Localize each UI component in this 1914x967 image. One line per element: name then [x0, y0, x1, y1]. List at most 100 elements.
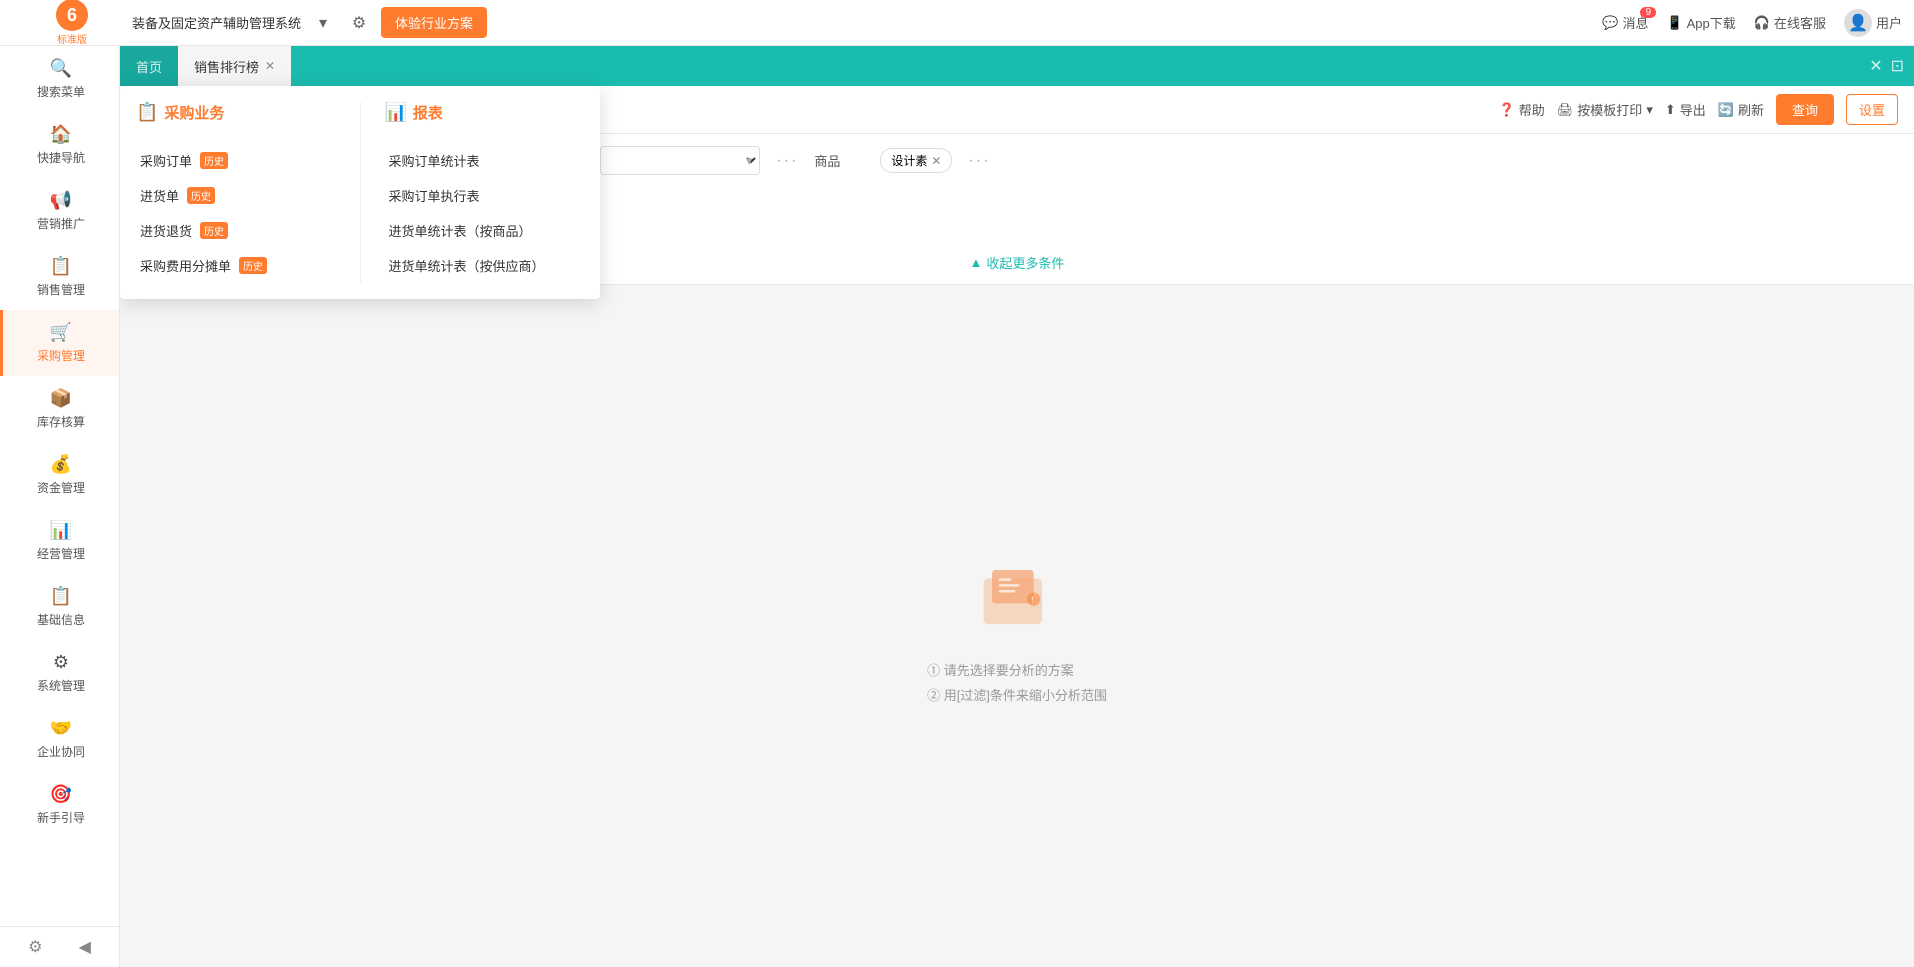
export-label: 导出 [1680, 100, 1706, 119]
sidebar-item-system[interactable]: ⚙ 系统管理 [0, 640, 119, 706]
voucher-status-more[interactable]: ··· [776, 152, 798, 170]
industry-btn[interactable]: 体验行业方案 [381, 7, 487, 38]
settings-btn[interactable]: ⚙ [345, 9, 373, 37]
tab-sales-ranking-label: 销售排行榜 [194, 57, 259, 76]
hist-tag-2: 历史 [200, 222, 228, 239]
hist-tag-0: 历史 [200, 152, 228, 169]
dropdown-col2-title: 📊 报表 [385, 102, 585, 131]
tab-bar: 首页 销售排行榜 ✕ 📋 采购业务 采购订单 历史 [120, 46, 1914, 86]
purchase-order-exec-label: 采购订单执行表 [389, 186, 480, 205]
refresh-label: 刷新 [1738, 100, 1764, 119]
message-badge: 9 [1640, 7, 1656, 18]
settings-filter-btn[interactable]: 设置 [1846, 94, 1898, 125]
dropdown-col2-title-label: 报表 [413, 102, 443, 123]
dropdown-divider [360, 102, 361, 283]
system-icon: ⚙ [53, 652, 69, 673]
dropdown-col-report: 📊 报表 采购订单统计表 采购订单执行表 进货单统计表（按商品） 进货单统计表（… [385, 102, 585, 283]
main-layout: 🔍 搜索菜单 🏠 快捷导航 📢 营销推广 📋 销售管理 🛒 采购管理 📦 库存核… [0, 46, 1914, 967]
svg-text:!: ! [1031, 595, 1033, 605]
home-icon: 🏠 [50, 124, 72, 145]
sidebar-item-basic-info[interactable]: 📋 基础信息 [0, 574, 119, 640]
sidebar-item-inventory[interactable]: 📦 库存核算 [0, 376, 119, 442]
sidebar-label-operation: 经营管理 [37, 545, 85, 562]
sidebar-label-inventory: 库存核算 [37, 413, 85, 430]
sidebar-label-enterprise: 企业协同 [37, 743, 85, 760]
system-title: 装备及固定资产辅助管理系统 [132, 13, 301, 32]
tab-home[interactable]: 首页 [120, 46, 178, 86]
goods-tag-close[interactable]: ✕ [931, 154, 941, 168]
header-right: 💬 消息 9 📱 App下载 🎧 在线客服 👤 用户 [1602, 9, 1902, 37]
dropdown-menu: 📋 采购业务 采购订单 历史 进货单 历史 进货退货 历史 [120, 86, 600, 299]
inbound-by-goods-label: 进货单统计表（按商品） [389, 221, 532, 240]
purchase-return-label: 进货退货 [140, 221, 192, 240]
voucher-status-select[interactable] [600, 146, 760, 175]
dropdown-col-purchase: 📋 采购业务 采购订单 历史 进货单 历史 进货退货 历史 [136, 102, 336, 283]
tab-close-all-btn[interactable]: ✕ [1869, 56, 1882, 76]
sidebar-label-purchase: 采购管理 [37, 347, 85, 364]
print-btn[interactable]: 🖨 按模板打印 ▾ [1557, 100, 1653, 119]
user-label: 用户 [1876, 13, 1902, 32]
app-download-label: App下载 [1687, 13, 1736, 32]
collapse-label: 收起更多条件 [986, 253, 1064, 272]
goods-tag-text: 设计素 [891, 152, 927, 169]
sidebar-label-guide: 新手引导 [37, 809, 85, 826]
operation-icon: 📊 [50, 520, 72, 541]
online-service-btn[interactable]: 🎧 在线客服 [1754, 13, 1826, 32]
tab-close-btn[interactable]: ✕ [265, 59, 275, 73]
search-icon: 🔍 [50, 58, 72, 79]
basic-info-icon: 📋 [50, 586, 72, 607]
collapse-up-icon: ▲ [970, 255, 983, 270]
hist-tag-1: 历史 [187, 187, 215, 204]
sidebar-item-guide[interactable]: 🎯 新手引导 [0, 772, 119, 838]
tab-maximize-btn[interactable]: ⊡ [1891, 56, 1904, 76]
refresh-btn[interactable]: 🔄 刷新 [1718, 100, 1764, 119]
dropdown-item-purchase-order-exec[interactable]: 采购订单执行表 [385, 178, 585, 213]
user-btn[interactable]: 👤 用户 [1844, 9, 1902, 37]
online-service-label: 在线客服 [1774, 13, 1826, 32]
message-icon: 💬 [1602, 15, 1618, 31]
message-btn[interactable]: 💬 消息 9 [1602, 13, 1648, 32]
purchase-expense-label: 采购费用分摊单 [140, 256, 231, 275]
sidebar-item-sales[interactable]: 📋 销售管理 [0, 244, 119, 310]
sidebar-item-finance[interactable]: 💰 资金管理 [0, 442, 119, 508]
dropdown-item-purchase-order-stats[interactable]: 采购订单统计表 [385, 143, 585, 178]
app-download-btn[interactable]: 📱 App下载 [1666, 13, 1735, 32]
dropdown-item-inbound-by-goods[interactable]: 进货单统计表（按商品） [385, 213, 585, 248]
sidebar-item-marketing[interactable]: 📢 营销推广 [0, 178, 119, 244]
sidebar-label-sales: 销售管理 [37, 281, 85, 298]
sidebar-item-purchase[interactable]: 🛒 采购管理 [0, 310, 119, 376]
help-btn[interactable]: ❓ 帮助 [1499, 100, 1545, 119]
dropdown-item-purchase-inbound[interactable]: 进货单 历史 [136, 178, 336, 213]
print-dropdown-icon: ▾ [1646, 102, 1653, 118]
sidebar-item-operation[interactable]: 📊 经营管理 [0, 508, 119, 574]
sidebar-label-quick-nav: 快捷导航 [37, 149, 85, 166]
phone-icon: 📱 [1666, 15, 1682, 31]
query-btn[interactable]: 查询 [1776, 94, 1834, 125]
tab-sales-ranking[interactable]: 销售排行榜 ✕ [178, 46, 291, 86]
empty-step-1: 请先选择要分析的方案 [927, 657, 1107, 682]
sidebar-collapse-btn[interactable]: ◀ [79, 937, 91, 957]
report-icon: 📊 [385, 102, 407, 123]
sidebar-item-enterprise[interactable]: 🤝 企业协同 [0, 706, 119, 772]
dropdown-item-purchase-expense[interactable]: 采购费用分摊单 历史 [136, 248, 336, 283]
tab-home-label: 首页 [136, 57, 162, 76]
sidebar-item-search[interactable]: 🔍 搜索菜单 [0, 46, 119, 112]
goods-more[interactable]: ··· [968, 152, 990, 170]
title-dropdown-btn[interactable]: ▾ [309, 9, 337, 37]
sidebar-item-quick-nav[interactable]: 🏠 快捷导航 [0, 112, 119, 178]
logo-icon: 6 [56, 0, 88, 31]
sidebar-bottom: ⚙ ◀ [0, 926, 119, 967]
dropdown-item-purchase-order[interactable]: 采购订单 历史 [136, 143, 336, 178]
empty-state: ! 请先选择要分析的方案 用[过滤]条件来缩小分析范围 [120, 285, 1914, 967]
dropdown-item-inbound-by-supplier[interactable]: 进货单统计表（按供应商） [385, 248, 585, 283]
export-btn[interactable]: ⬆ 导出 [1665, 100, 1706, 119]
sidebar-label-finance: 资金管理 [37, 479, 85, 496]
sidebar-settings-btn[interactable]: ⚙ [28, 937, 42, 957]
empty-step-2: 用[过滤]条件来缩小分析范围 [927, 682, 1107, 707]
top-header: 6 标准版 装备及固定资产辅助管理系统 ▾ ⚙ 体验行业方案 💬 消息 9 📱 … [0, 0, 1914, 46]
system-title-area: 装备及固定资产辅助管理系统 ▾ ⚙ 体验行业方案 [132, 7, 1602, 38]
help-icon: ❓ [1499, 102, 1515, 118]
dropdown-item-purchase-return[interactable]: 进货退货 历史 [136, 213, 336, 248]
goods-tag: 设计素 ✕ [880, 148, 952, 173]
marketing-icon: 📢 [50, 190, 72, 211]
